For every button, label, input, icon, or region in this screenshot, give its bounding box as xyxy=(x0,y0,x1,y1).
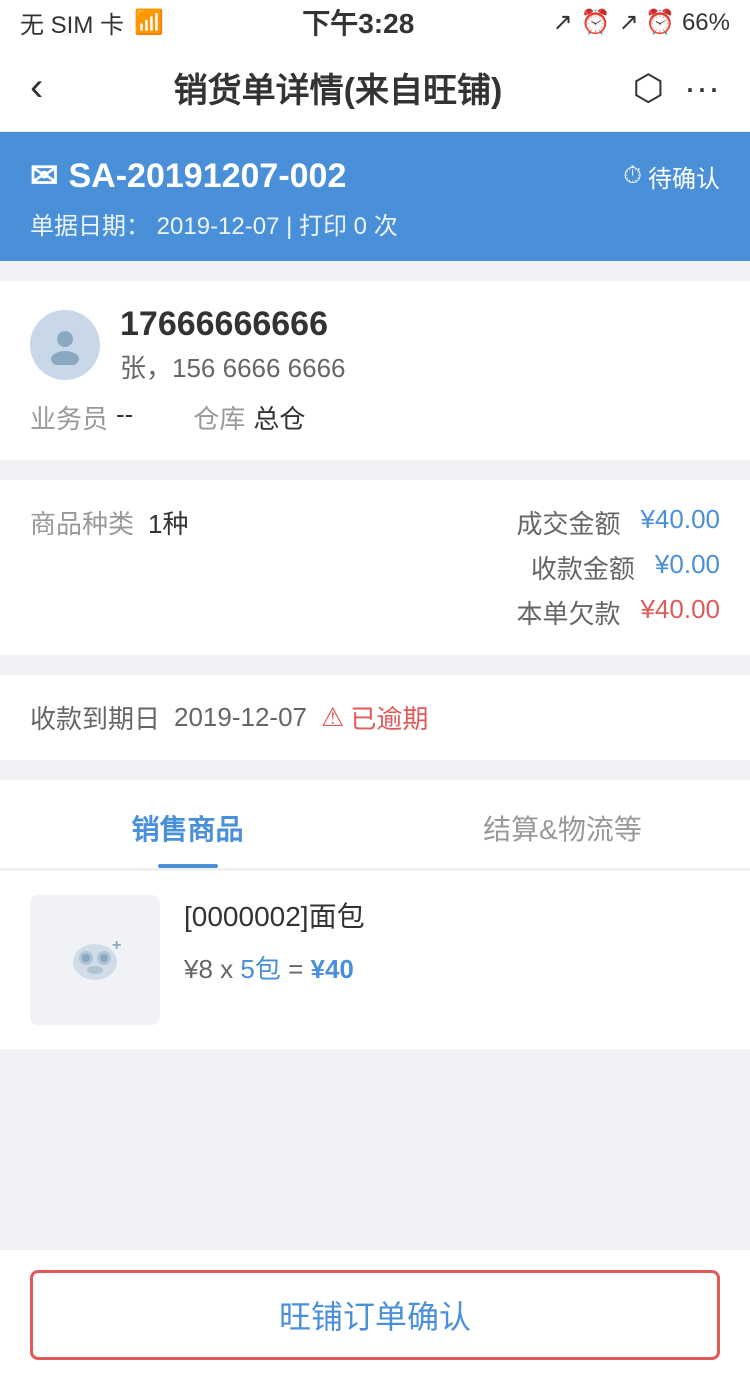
owed-amount-label: 本单欠款 xyxy=(516,594,620,631)
status-bar: 无 SIM 卡 📶 下午3:28 ↗ ⏰ ↗ ⏰ 66% xyxy=(0,0,750,44)
customer-name: 张，156 6666 6666 xyxy=(120,348,346,385)
confirm-button[interactable]: 旺铺订单确认 xyxy=(30,1270,720,1360)
product-name: [0000002]面包 xyxy=(184,895,720,935)
alarm-icon: ⏰ xyxy=(581,8,611,37)
product-price: ¥8 x 5包 = ¥40 xyxy=(184,949,720,986)
customer-card: 17666666666 张，156 6666 6666 业务员 -- 仓库 总仓 xyxy=(0,281,750,460)
order-date: 单据日期： 2019-12-07 | 打印 0 次 xyxy=(30,206,720,241)
due-date-value: 2019-12-07 xyxy=(174,702,307,733)
location-icon: ↗ xyxy=(553,8,573,37)
quantity: 5包 xyxy=(240,954,280,984)
deal-amount-row: 成交金额 ¥40.00 xyxy=(516,504,720,541)
unit-price: ¥8 xyxy=(184,954,213,984)
warehouse-value: 总仓 xyxy=(253,399,305,436)
status-left: 无 SIM 卡 📶 xyxy=(20,5,164,40)
tab-settlement[interactable]: 结算&物流等 xyxy=(375,780,750,868)
due-date-card: 收款到期日 2019-12-07 ⚠ 已逾期 xyxy=(0,675,750,760)
avatar xyxy=(30,310,100,380)
total-price: ¥40 xyxy=(311,954,354,984)
nav-actions: ⬡ ··· xyxy=(633,67,720,109)
received-amount-label: 收款金额 xyxy=(531,549,635,586)
sales-label: 业务员 xyxy=(30,399,108,436)
bottom-bar: 旺铺订单确认 xyxy=(0,1249,750,1390)
no-sim-text: 无 SIM 卡 xyxy=(20,5,124,40)
sales-value: -- xyxy=(116,399,133,436)
battery-text: ↗ ⏰ 66% xyxy=(619,8,730,37)
more-icon[interactable]: ··· xyxy=(684,67,720,109)
clock-icon: ⏱ xyxy=(623,162,642,190)
order-icon: ✉ xyxy=(30,156,59,196)
customer-meta: 业务员 -- 仓库 总仓 xyxy=(30,399,720,436)
received-amount-row: 收款金额 ¥0.00 xyxy=(531,549,720,586)
svg-text:+: + xyxy=(112,937,121,954)
order-id: ✉ SA-20191207-002 xyxy=(30,156,346,196)
status-right: ↗ ⏰ ↗ ⏰ 66% xyxy=(553,8,730,37)
summary-amounts: 成交金额 ¥40.00 收款金额 ¥0.00 本单欠款 ¥40.00 xyxy=(516,504,720,631)
equals-sign: = xyxy=(288,954,310,984)
product-info: [0000002]面包 ¥8 x 5包 = ¥40 xyxy=(184,895,720,986)
deal-amount-label: 成交金额 xyxy=(516,504,620,541)
tab-bar: 销售商品 结算&物流等 xyxy=(0,780,750,869)
tab-products[interactable]: 销售商品 xyxy=(0,780,375,868)
order-status: ⏱ 待确认 xyxy=(623,159,720,194)
customer-phone: 17666666666 xyxy=(120,305,346,344)
back-button[interactable]: ‹ xyxy=(30,65,43,110)
overdue-badge: ⚠ 已逾期 xyxy=(321,699,428,736)
multiply-sign: x xyxy=(220,954,240,984)
summary-card: 商品种类 1种 成交金额 ¥40.00 收款金额 ¥0.00 本单欠款 ¥40.… xyxy=(0,480,750,655)
product-type: 商品种类 1种 xyxy=(30,504,188,541)
overdue-icon: ⚠ xyxy=(321,702,344,733)
received-amount-value: ¥0.00 xyxy=(655,549,720,586)
warehouse-label: 仓库 xyxy=(193,399,245,436)
product-image: + xyxy=(30,895,160,1025)
content-spacer xyxy=(0,1049,750,1249)
owed-amount-row: 本单欠款 ¥40.00 xyxy=(516,594,720,631)
page-title: 销货单详情(来自旺铺) xyxy=(174,63,503,112)
status-time: 下午3:28 xyxy=(302,2,414,42)
wifi-icon: 📶 xyxy=(134,8,164,37)
owed-amount-value: ¥40.00 xyxy=(640,594,720,631)
nav-bar: ‹ 销货单详情(来自旺铺) ⬡ ··· xyxy=(0,44,750,132)
product-item: + [0000002]面包 ¥8 x 5包 = ¥40 xyxy=(0,871,750,1049)
deal-amount-value: ¥40.00 xyxy=(640,504,720,541)
due-date-label: 收款到期日 xyxy=(30,699,160,736)
share-icon[interactable]: ⬡ xyxy=(633,67,664,109)
order-header-card: ✉ SA-20191207-002 ⏱ 待确认 单据日期： 2019-12-07… xyxy=(0,132,750,261)
